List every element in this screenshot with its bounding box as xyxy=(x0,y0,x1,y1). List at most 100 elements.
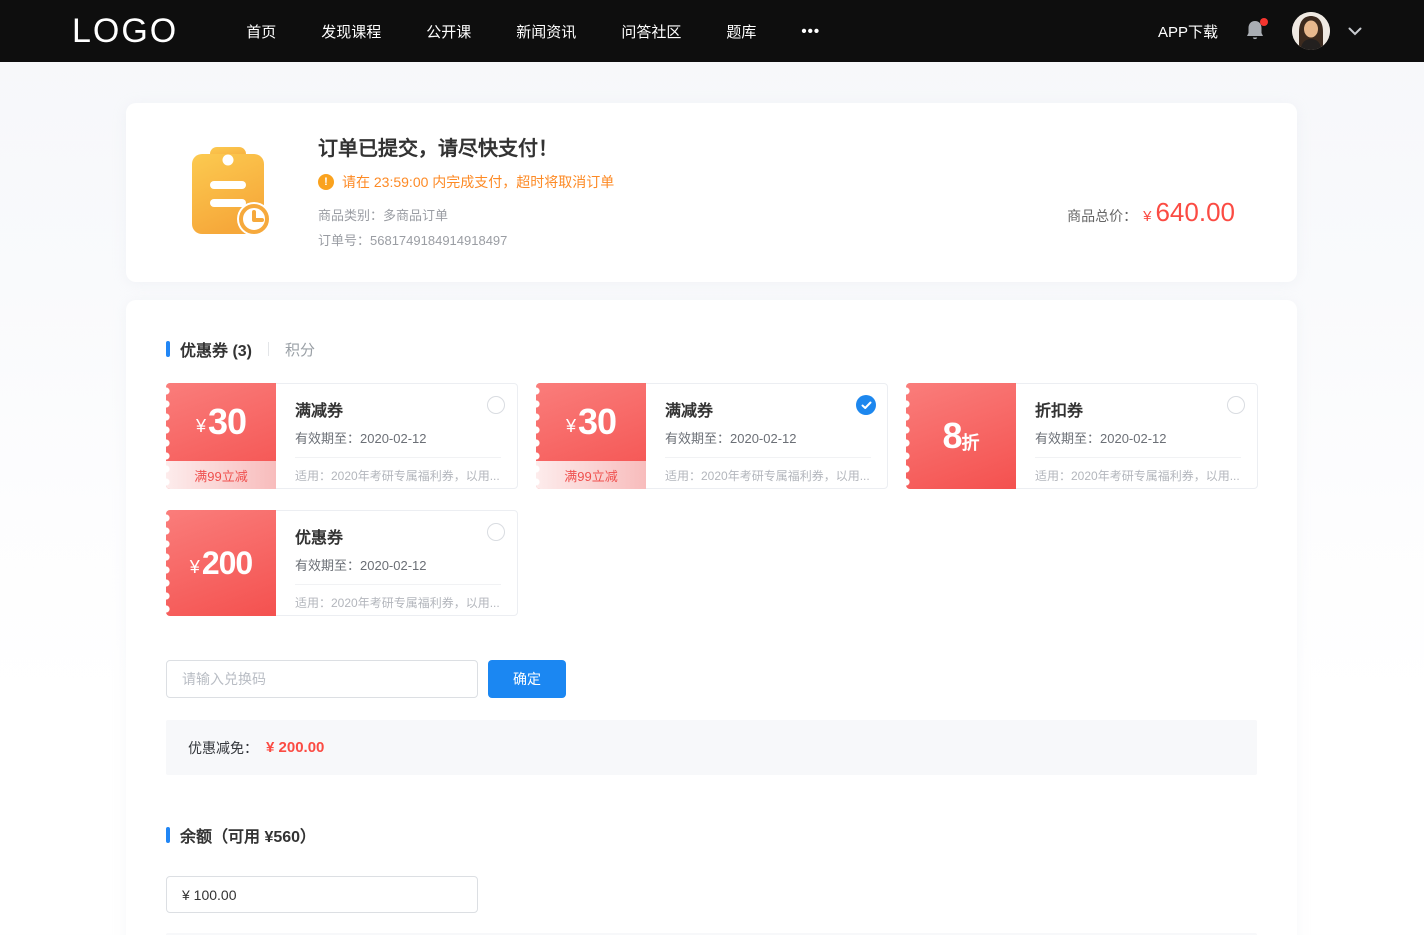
coupon-details: 折扣券 有效期至：2020-02-12 适用：2020年考研专属福利券，以用..… xyxy=(1016,384,1257,488)
order-category-label: 商品类别： xyxy=(318,208,383,223)
user-avatar[interactable] xyxy=(1292,12,1330,50)
currency-symbol: ¥ xyxy=(190,557,200,578)
top-navbar: LOGO 首页 发现课程 公开课 新闻资讯 问答社区 题库 ••• APP下载 xyxy=(0,0,1424,62)
tab-points[interactable]: 积分 xyxy=(285,339,315,360)
coupon-value-block: ¥30 满99立减 xyxy=(166,383,276,489)
coupon-card-full-reduction-1[interactable]: ¥30 满99立减 满减券 有效期至：2020-02-12 适用：2020年考研… xyxy=(166,383,518,489)
nav-item-news[interactable]: 新闻资讯 xyxy=(516,21,576,42)
coupon-condition-tag: 满99立减 xyxy=(166,461,276,489)
ticket-scallop-edge xyxy=(166,385,174,487)
coupon-amount: 200 xyxy=(202,545,252,582)
order-category-value: 多商品订单 xyxy=(383,208,448,223)
alert-exclamation-icon: ! xyxy=(318,174,334,190)
chevron-down-icon[interactable] xyxy=(1348,27,1362,36)
coupon-scope: 适用：2020年考研专属福利券，以用... xyxy=(665,467,871,484)
navbar-right: APP下载 xyxy=(1158,12,1362,50)
balance-title: 余额（可用 ¥560） xyxy=(180,823,316,847)
coupon-expiry-date: 2020-02-12 xyxy=(730,431,797,446)
coupon-details: 满减券 有效期至：2020-02-12 适用：2020年考研专属福利券，以用..… xyxy=(276,384,517,488)
confirm-button[interactable]: 确定 xyxy=(488,660,566,698)
notification-badge-dot xyxy=(1260,18,1268,26)
order-number-value: 5681749184914918497 xyxy=(370,233,507,248)
order-deadline-warning: ! 请在 23:59:00 内完成支付，超时将取消订单 xyxy=(318,172,1067,192)
coupon-expiry-label: 有效期至： xyxy=(665,431,730,446)
coupon-expiry: 有效期至：2020-02-12 xyxy=(665,428,871,447)
nav-item-open-courses[interactable]: 公开课 xyxy=(426,21,471,42)
notification-bell-icon[interactable] xyxy=(1244,19,1266,43)
discount-value: ¥ 200.00 xyxy=(266,739,324,756)
coupon-radio-unchecked[interactable] xyxy=(1227,396,1245,414)
coupon-expiry: 有效期至：2020-02-12 xyxy=(295,555,501,574)
coupon-card-discount[interactable]: 8折 折扣券 有效期至：2020-02-12 适用：2020年考研专属福利券，以… xyxy=(906,383,1258,489)
order-deadline-text: 请在 23:59:00 内完成支付，超时将取消订单 xyxy=(342,172,614,192)
order-meta: 商品类别：多商品订单 订单号：5681749184914918497 xyxy=(318,203,1067,254)
coupon-scope: 适用：2020年考研专属福利券，以用... xyxy=(295,594,501,611)
redeem-code-input[interactable] xyxy=(166,660,478,698)
coupon-amount: 30 xyxy=(208,401,246,443)
coupon-title: 优惠券 xyxy=(295,524,501,548)
nav-item-qa-community[interactable]: 问答社区 xyxy=(621,21,681,42)
currency-symbol: ¥ xyxy=(196,416,206,437)
order-number-row: 订单号：5681749184914918497 xyxy=(318,228,1067,253)
coupon-expiry-date: 2020-02-12 xyxy=(360,558,427,573)
order-title: 订单已提交，请尽快支付！ xyxy=(318,132,1067,161)
coupon-scope: 适用：2020年考研专属福利券，以用... xyxy=(1035,467,1241,484)
coupon-title: 满减券 xyxy=(665,397,871,421)
section-accent-bar xyxy=(166,341,170,357)
coupon-value-block: ¥200 xyxy=(166,510,276,616)
coupon-amount: 30 xyxy=(578,401,616,443)
ticket-scallop-edge xyxy=(906,385,914,487)
order-total-value: 640.00 xyxy=(1155,197,1235,227)
nav-item-question-bank[interactable]: 题库 xyxy=(726,21,756,42)
balance-amount-input[interactable] xyxy=(166,876,478,913)
order-number-label: 订单号： xyxy=(318,233,370,248)
divider xyxy=(665,457,871,458)
discount-label: 优惠减免： xyxy=(188,738,258,758)
coupon-expiry-date: 2020-02-12 xyxy=(1100,431,1167,446)
app-download-link[interactable]: APP下载 xyxy=(1158,21,1218,42)
order-clipboard-clock-icon xyxy=(184,145,272,241)
payment-options-card: 优惠券 (3) 积分 ¥30 满99立减 满减券 有效期至：2020-02-12… xyxy=(126,300,1297,935)
order-category-row: 商品类别：多商品订单 xyxy=(318,203,1067,228)
coupon-expiry-label: 有效期至： xyxy=(295,558,360,573)
tab-divider xyxy=(268,342,269,356)
coupon-radio-checked[interactable] xyxy=(856,395,876,415)
coupon-card-voucher[interactable]: ¥200 优惠券 有效期至：2020-02-12 适用：2020年考研专属福利券… xyxy=(166,510,518,616)
divider xyxy=(1035,457,1241,458)
coupon-details: 满减券 有效期至：2020-02-12 适用：2020年考研专属福利券，以用..… xyxy=(646,384,887,488)
coupon-expiry-label: 有效期至： xyxy=(295,431,360,446)
main-nav: 首页 发现课程 公开课 新闻资讯 问答社区 题库 ••• xyxy=(246,21,820,42)
coupon-grid: ¥30 满99立减 满减券 有效期至：2020-02-12 适用：2020年考研… xyxy=(166,383,1257,616)
redeem-code-row: 确定 xyxy=(166,660,1257,698)
coupon-title: 折扣券 xyxy=(1035,397,1241,421)
coupon-title: 满减券 xyxy=(295,397,501,421)
nav-item-more[interactable]: ••• xyxy=(801,23,820,40)
brand-logo[interactable]: LOGO xyxy=(72,14,178,48)
currency-symbol: ¥ xyxy=(1143,208,1151,225)
coupon-section-header: 优惠券 (3) 积分 xyxy=(166,337,1257,361)
coupon-details: 优惠券 有效期至：2020-02-12 适用：2020年考研专属福利券，以用..… xyxy=(276,511,517,615)
order-info: 订单已提交，请尽快支付！ ! 请在 23:59:00 内完成支付，超时将取消订单… xyxy=(318,132,1067,254)
currency-symbol: ¥ xyxy=(566,416,576,437)
nav-item-home[interactable]: 首页 xyxy=(246,21,276,42)
ticket-scallop-edge xyxy=(536,385,544,487)
coupon-card-full-reduction-2[interactable]: ¥30 满99立减 满减券 有效期至：2020-02-12 适用：2020年考研… xyxy=(536,383,888,489)
nav-item-discover-courses[interactable]: 发现课程 xyxy=(321,21,381,42)
order-total-label: 商品总价： xyxy=(1067,208,1137,224)
coupon-expiry: 有效期至：2020-02-12 xyxy=(295,428,501,447)
divider xyxy=(295,457,501,458)
order-total: 商品总价： ¥640.00 xyxy=(1067,197,1235,228)
coupon-expiry-label: 有效期至： xyxy=(1035,431,1100,446)
coupon-radio-unchecked[interactable] xyxy=(487,396,505,414)
section-accent-bar xyxy=(166,827,170,843)
coupon-value-block: ¥30 满99立减 xyxy=(536,383,646,489)
coupon-scope: 适用：2020年考研专属福利券，以用... xyxy=(295,467,501,484)
tab-coupons[interactable]: 优惠券 (3) xyxy=(180,337,252,361)
coupon-condition-tag: 满99立减 xyxy=(536,461,646,489)
coupon-value-block: 8折 xyxy=(906,383,1016,489)
coupon-amount: 8 xyxy=(942,415,961,457)
divider xyxy=(295,584,501,585)
coupon-expiry: 有效期至：2020-02-12 xyxy=(1035,428,1241,447)
order-summary-card: 订单已提交，请尽快支付！ ! 请在 23:59:00 内完成支付，超时将取消订单… xyxy=(126,103,1297,282)
coupon-radio-unchecked[interactable] xyxy=(487,523,505,541)
